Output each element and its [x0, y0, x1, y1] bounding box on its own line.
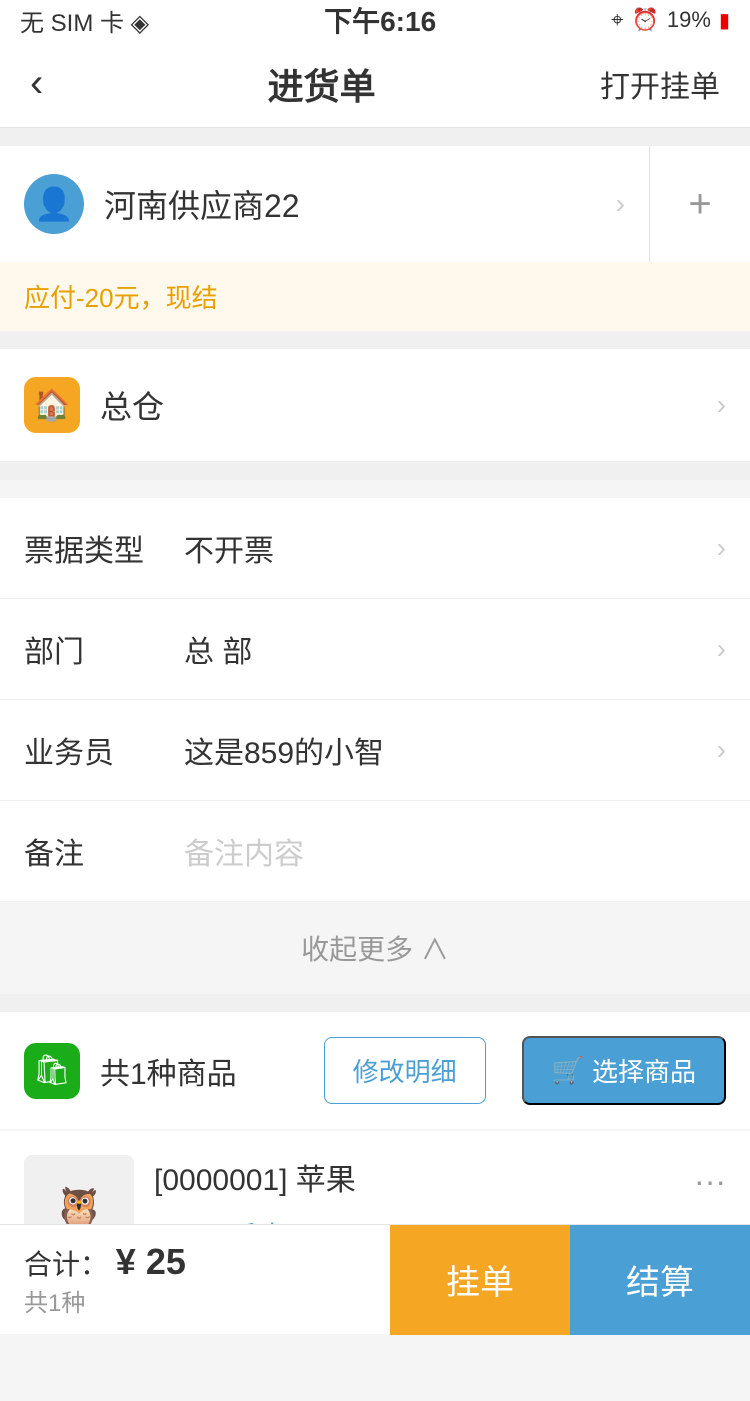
- section-divider-2: [0, 462, 750, 480]
- total-row: 合计： ¥ 25: [24, 1241, 366, 1283]
- remark-label: 备注: [24, 829, 164, 873]
- section-divider-1: [0, 331, 750, 349]
- page-title: 进货单: [268, 58, 376, 110]
- chevron-right-icon: ›: [717, 532, 726, 564]
- department-row[interactable]: 部门 总 部 ›: [0, 599, 750, 700]
- top-divider: [0, 128, 750, 146]
- warehouse-name: 总仓: [100, 382, 697, 428]
- select-products-label: 选择商品: [592, 1052, 696, 1089]
- status-bar: 无 SIM 卡 ◈ 下午6:16 ⌖ ⏰ 19% ▮: [0, 0, 750, 40]
- checkout-button[interactable]: 结算: [570, 1225, 750, 1335]
- footer: 合计： ¥ 25 共1种 挂单 结算: [0, 1224, 750, 1334]
- chevron-right-icon: ›: [717, 734, 726, 766]
- sim-label: 无 SIM 卡 ◈: [20, 3, 149, 38]
- footer-count: 共1种: [24, 1283, 366, 1318]
- pending-button[interactable]: 挂单: [390, 1225, 570, 1335]
- department-label: 部门: [24, 627, 164, 671]
- select-products-button[interactable]: 🛒 选择商品: [522, 1036, 726, 1105]
- salesperson-value: 这是859的小智: [164, 728, 717, 772]
- collapse-bar[interactable]: 收起更多 ∧: [0, 902, 750, 994]
- status-right: ⌖ ⏰ 19% ▮: [611, 7, 730, 33]
- back-button[interactable]: ‹: [30, 61, 43, 106]
- chevron-right-icon: ›: [717, 389, 726, 421]
- battery-icon: ▮: [719, 8, 730, 33]
- invoice-type-value: 不开票: [164, 526, 717, 570]
- salesperson-row[interactable]: 业务员 这是859的小智 ›: [0, 700, 750, 801]
- department-value: 总 部: [164, 627, 717, 671]
- products-icon: 🛍: [24, 1043, 80, 1099]
- products-header: 🛍 共1种商品 修改明细 🛒 选择商品: [0, 1012, 750, 1129]
- product-name: [0000001] 苹果: [154, 1155, 674, 1199]
- products-count: 共1种商品: [100, 1049, 304, 1093]
- warehouse-icon: 🏠: [24, 377, 80, 433]
- bag-icon: 🛍: [33, 1053, 71, 1088]
- chevron-right-icon: ›: [616, 188, 625, 220]
- supplier-name: 河南供应商22: [104, 181, 596, 227]
- warehouse-row[interactable]: 🏠 总仓 ›: [0, 349, 750, 462]
- notice-bar: 应付-20元，现结: [0, 262, 750, 331]
- section-divider-3: [0, 994, 750, 1012]
- remark-row[interactable]: 备注 备注内容: [0, 801, 750, 902]
- cart-icon: 🛒: [552, 1055, 584, 1086]
- footer-total: 合计： ¥ 25 共1种: [0, 1241, 390, 1318]
- status-time: 下午6:16: [324, 0, 436, 40]
- supplier-selector[interactable]: 👤 河南供应商22 ›: [0, 146, 650, 262]
- supplier-avatar: 👤: [24, 174, 84, 234]
- product-more-button[interactable]: ···: [694, 1155, 726, 1200]
- add-supplier-button[interactable]: +: [650, 146, 750, 262]
- edit-details-button[interactable]: 修改明细: [324, 1037, 486, 1104]
- open-pending-button[interactable]: 打开挂单: [600, 62, 720, 106]
- invoice-type-label: 票据类型: [24, 526, 164, 570]
- avatar-icon: 👤: [34, 185, 74, 223]
- total-amount: ¥ 25: [116, 1241, 186, 1282]
- chevron-right-icon: ›: [717, 633, 726, 665]
- alarm-icon: ⏰: [632, 7, 659, 33]
- status-left: 无 SIM 卡 ◈: [20, 3, 149, 38]
- total-label: 合计：: [24, 1249, 108, 1280]
- battery-label: 19%: [667, 7, 711, 33]
- location-icon: ⌖: [611, 7, 623, 33]
- salesperson-label: 业务员: [24, 728, 164, 772]
- supplier-section: 👤 河南供应商22 › +: [0, 146, 750, 262]
- remark-input[interactable]: 备注内容: [164, 829, 726, 873]
- invoice-type-row[interactable]: 票据类型 不开票 ›: [0, 498, 750, 599]
- form-section: 票据类型 不开票 › 部门 总 部 › 业务员 这是859的小智 › 备注 备注…: [0, 498, 750, 902]
- nav-bar: ‹ 进货单 打开挂单: [0, 40, 750, 128]
